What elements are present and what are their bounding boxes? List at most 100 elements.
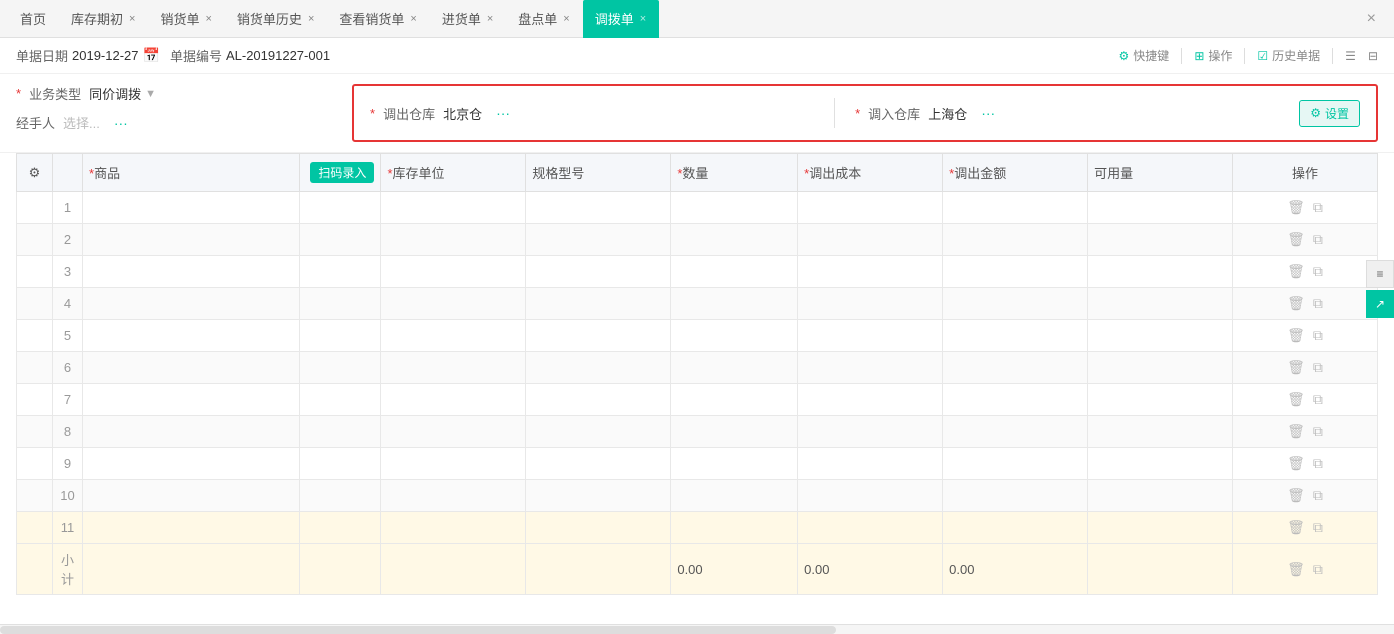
tab-close-purchase[interactable]: ×: [487, 13, 493, 25]
row-product-9[interactable]: [83, 448, 300, 480]
tab-home[interactable]: 首页: [8, 0, 59, 38]
delete-icon-10[interactable]: 🗑: [1287, 487, 1305, 504]
side-expand-button[interactable]: ↗: [1366, 290, 1394, 318]
layout-button1[interactable]: ☰: [1345, 49, 1356, 63]
col-scan[interactable]: 扫码录入: [300, 154, 381, 192]
row-unit-4[interactable]: [381, 288, 526, 320]
copy-icon-10[interactable]: ⧉: [1313, 487, 1323, 504]
row-available-3[interactable]: [1088, 256, 1233, 288]
delete-icon-4[interactable]: 🗑: [1287, 295, 1305, 312]
row-product-1[interactable]: [83, 192, 300, 224]
row-spec-1[interactable]: [526, 192, 671, 224]
settings-button[interactable]: ⚙ 设置: [1299, 100, 1360, 127]
row-amount-1[interactable]: [943, 192, 1088, 224]
row-amount-6[interactable]: [943, 352, 1088, 384]
copy-icon-11[interactable]: ⧉: [1313, 519, 1323, 536]
row-qty-7[interactable]: [671, 384, 798, 416]
row-qty-11[interactable]: [671, 512, 798, 544]
row-available-5[interactable]: [1088, 320, 1233, 352]
row-amount-5[interactable]: [943, 320, 1088, 352]
row-product-6[interactable]: [83, 352, 300, 384]
handler-input[interactable]: 选择...: [63, 113, 100, 132]
row-qty-4[interactable]: [671, 288, 798, 320]
copy-icon-6[interactable]: ⧉: [1313, 359, 1323, 376]
row-available-7[interactable]: [1088, 384, 1233, 416]
delete-icon-1[interactable]: 🗑: [1287, 199, 1305, 216]
row-unit-8[interactable]: [381, 416, 526, 448]
delete-icon-3[interactable]: 🗑: [1287, 263, 1305, 280]
row-spec-8[interactable]: [526, 416, 671, 448]
tab-close-view-sales[interactable]: ×: [410, 13, 416, 25]
row-unit-11[interactable]: [381, 512, 526, 544]
row-product-3[interactable]: [83, 256, 300, 288]
delete-icon-11[interactable]: 🗑: [1287, 519, 1305, 536]
copy-icon-subtotal[interactable]: ⧉: [1313, 561, 1323, 578]
row-spec-2[interactable]: [526, 224, 671, 256]
delete-icon-7[interactable]: 🗑: [1287, 391, 1305, 408]
row-unit-2[interactable]: [381, 224, 526, 256]
delete-icon-9[interactable]: 🗑: [1287, 455, 1305, 472]
side-document-button[interactable]: ≡: [1366, 260, 1394, 288]
row-cost-9[interactable]: [798, 448, 943, 480]
row-available-1[interactable]: [1088, 192, 1233, 224]
scrollbar-thumb[interactable]: [0, 626, 836, 634]
row-unit-10[interactable]: [381, 480, 526, 512]
delete-icon-subtotal[interactable]: 🗑: [1287, 561, 1305, 578]
row-available-8[interactable]: [1088, 416, 1233, 448]
row-cost-11[interactable]: [798, 512, 943, 544]
row-product-8[interactable]: [83, 416, 300, 448]
row-qty-10[interactable]: [671, 480, 798, 512]
tab-stocktake[interactable]: 盘点单 ×: [506, 0, 582, 38]
copy-icon-4[interactable]: ⧉: [1313, 295, 1323, 312]
delete-icon-6[interactable]: 🗑: [1287, 359, 1305, 376]
row-product-7[interactable]: [83, 384, 300, 416]
window-close-button[interactable]: ×: [1357, 10, 1386, 28]
row-spec-10[interactable]: [526, 480, 671, 512]
out-warehouse-more-button[interactable]: ···: [496, 105, 510, 121]
copy-icon-3[interactable]: ⧉: [1313, 263, 1323, 280]
delete-icon-2[interactable]: 🗑: [1287, 231, 1305, 248]
row-qty-9[interactable]: [671, 448, 798, 480]
copy-icon-9[interactable]: ⧉: [1313, 455, 1323, 472]
tab-sales-order[interactable]: 销货单 ×: [148, 0, 224, 38]
tab-close-sales-order[interactable]: ×: [205, 13, 211, 25]
row-product-11[interactable]: [83, 512, 300, 544]
row-amount-11[interactable]: [943, 512, 1088, 544]
row-amount-10[interactable]: [943, 480, 1088, 512]
row-qty-5[interactable]: [671, 320, 798, 352]
row-product-2[interactable]: [83, 224, 300, 256]
row-unit-7[interactable]: [381, 384, 526, 416]
row-amount-4[interactable]: [943, 288, 1088, 320]
row-qty-6[interactable]: [671, 352, 798, 384]
in-warehouse-value[interactable]: 上海仓: [928, 104, 967, 123]
row-amount-9[interactable]: [943, 448, 1088, 480]
tab-view-sales[interactable]: 查看销货单 ×: [327, 0, 429, 38]
row-cost-3[interactable]: [798, 256, 943, 288]
delete-icon-8[interactable]: 🗑: [1287, 423, 1305, 440]
row-unit-3[interactable]: [381, 256, 526, 288]
biz-type-select[interactable]: 同价调拨 ▼: [89, 84, 156, 103]
tab-sales-history[interactable]: 销货单历史 ×: [225, 0, 327, 38]
delete-icon-5[interactable]: 🗑: [1287, 327, 1305, 344]
operations-button[interactable]: ⊞ 操作: [1194, 47, 1232, 64]
row-unit-6[interactable]: [381, 352, 526, 384]
tab-close-transfer[interactable]: ×: [640, 13, 646, 25]
tab-inventory-init[interactable]: 库存期初 ×: [59, 0, 148, 38]
row-cost-8[interactable]: [798, 416, 943, 448]
tab-close-inventory-init[interactable]: ×: [129, 13, 135, 25]
layout-button2[interactable]: ⊟: [1368, 49, 1378, 63]
copy-icon-1[interactable]: ⧉: [1313, 199, 1323, 216]
handler-more-button[interactable]: ···: [114, 115, 128, 131]
tab-transfer[interactable]: 调拨单 ×: [583, 0, 659, 38]
in-warehouse-more-button[interactable]: ···: [981, 105, 995, 121]
row-cost-4[interactable]: [798, 288, 943, 320]
copy-icon-5[interactable]: ⧉: [1313, 327, 1323, 344]
tab-close-sales-history[interactable]: ×: [308, 13, 314, 25]
history-button[interactable]: ☑ 历史单据: [1257, 47, 1320, 64]
row-amount-2[interactable]: [943, 224, 1088, 256]
tab-purchase[interactable]: 进货单 ×: [430, 0, 506, 38]
row-available-9[interactable]: [1088, 448, 1233, 480]
row-cost-1[interactable]: [798, 192, 943, 224]
row-product-5[interactable]: [83, 320, 300, 352]
row-unit-1[interactable]: [381, 192, 526, 224]
